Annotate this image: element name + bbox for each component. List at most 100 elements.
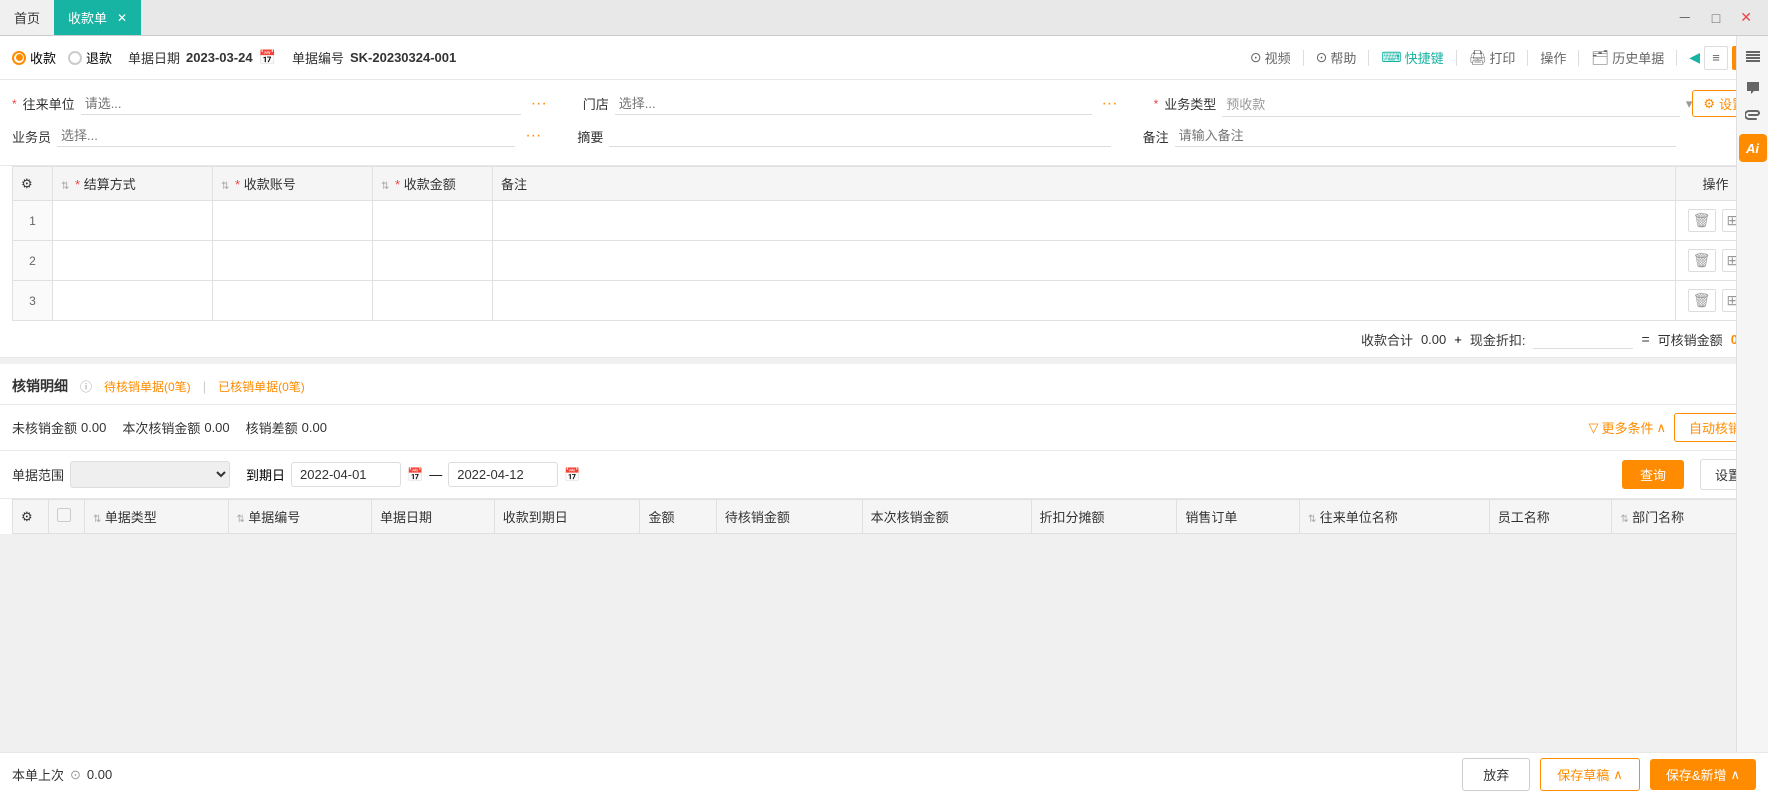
row-settlement-2[interactable] (53, 241, 213, 281)
row-settlement-3[interactable] (53, 281, 213, 321)
shortcut-button[interactable]: ⌨ 快捷键 (1381, 48, 1443, 67)
bth-discount-label: 折扣分摊额 (1040, 510, 1105, 525)
bth-current-label: 本次核销金额 (871, 510, 949, 525)
verify-title: 核销明细 (12, 376, 68, 396)
partner-required-mark: * (12, 97, 17, 111)
date-range-field: 到期日 📅 — 📅 (246, 462, 580, 487)
th-action-label: 操作 (1702, 177, 1728, 192)
summary-input[interactable] (609, 125, 1110, 147)
bth-gear[interactable]: ⚙ (13, 500, 49, 534)
calendar-from-icon[interactable]: 📅 (407, 467, 423, 483)
bth-current: 本次核销金额 (862, 500, 1031, 534)
number-value[interactable]: SK-20230324-001 (350, 50, 456, 65)
form-row-1: * 往来单位 ··· 门店 ··· * 业务类型 预收款 ▾ ⚙ 设置 (12, 90, 1756, 117)
tab-receipt[interactable]: 收款单 ✕ (54, 0, 141, 35)
row-account-2[interactable] (213, 241, 373, 281)
select-all-checkbox[interactable] (57, 508, 71, 522)
row-amount-3[interactable] (373, 281, 493, 321)
row-remark-3[interactable] (493, 281, 1676, 321)
req-mark: * (395, 177, 400, 192)
sidebar-attachment-icon[interactable] (1739, 104, 1767, 132)
partner-more-icon[interactable]: ··· (527, 95, 551, 113)
row-num-2: 2 (13, 241, 53, 281)
discount-input[interactable] (1533, 329, 1633, 349)
receipt-radio-label: 收款 (30, 48, 56, 67)
row-remark-2[interactable] (493, 241, 1676, 281)
partner-field: * 往来单位 ··· (12, 93, 551, 115)
partner-input[interactable] (81, 93, 521, 115)
doc-range-select[interactable] (70, 461, 230, 488)
th-gear[interactable]: ⚙ (13, 167, 53, 201)
bth-doc-date: 单据日期 (372, 500, 495, 534)
sidebar-table-icon[interactable] (1739, 44, 1767, 72)
store-more-icon[interactable]: ··· (1098, 95, 1122, 113)
tab-home[interactable]: 首页 (0, 0, 54, 35)
receipt-radio[interactable]: 收款 (12, 48, 56, 67)
th-remark: 备注 (493, 167, 1676, 201)
date-label: 单据日期 (128, 48, 180, 67)
table-row: 2 🗑 ⊞ (13, 241, 1756, 281)
store-input[interactable] (615, 93, 1092, 115)
history-button[interactable]: 🗂 历史单据 (1591, 48, 1664, 67)
operation-button[interactable]: 操作 (1540, 48, 1566, 67)
save-draft-button[interactable]: 保存草稿 ∧ (1540, 758, 1640, 791)
staff-more-icon[interactable]: ··· (521, 127, 545, 145)
close-button[interactable]: ✕ (1734, 7, 1758, 28)
row-account-3[interactable] (213, 281, 373, 321)
info-icon[interactable]: ⓘ (80, 378, 92, 395)
refund-radio[interactable]: 退款 (68, 48, 112, 67)
right-sidebar: Ai (1736, 36, 1768, 752)
row-amount-1[interactable] (373, 201, 493, 241)
history-icon: 🗂 (1591, 49, 1609, 66)
row-remark-1[interactable] (493, 201, 1676, 241)
calendar-to-icon[interactable]: 📅 (564, 467, 580, 483)
form-area: * 往来单位 ··· 门店 ··· * 业务类型 预收款 ▾ ⚙ 设置 业务员 … (0, 80, 1768, 166)
date-value[interactable]: 2023-03-24 (186, 50, 253, 65)
sidebar-camera-icon[interactable]: Ai (1739, 134, 1767, 162)
date-to-input[interactable] (448, 462, 558, 487)
print-button[interactable]: 🖨 打印 (1469, 48, 1516, 67)
row-account-1[interactable] (213, 201, 373, 241)
tab-bar: 首页 收款单 ✕ － □ ✕ (0, 0, 1768, 36)
sidebar-chat-icon[interactable] (1739, 74, 1767, 102)
delete-icon[interactable]: 🗑 (1688, 289, 1716, 312)
top-toolbar: 收款 退款 单据日期 2023-03-24 📅 单据编号 SK-20230324… (0, 36, 1768, 80)
row-settlement-1[interactable] (53, 201, 213, 241)
th-settlement-label: 结算方式 (84, 177, 136, 192)
date-from-input[interactable] (291, 462, 401, 487)
minimize-button[interactable]: － (1672, 6, 1698, 30)
maximize-button[interactable]: □ (1706, 8, 1726, 28)
sort-icon: ⇅ (381, 181, 389, 192)
calendar-icon[interactable]: 📅 (259, 49, 276, 66)
remark-input[interactable] (1175, 125, 1676, 147)
diff-label: 核销差额 (246, 418, 298, 437)
query-button[interactable]: 查询 (1622, 460, 1684, 489)
biz-type-value[interactable]: 预收款 (1222, 91, 1680, 117)
staff-input[interactable] (57, 125, 515, 147)
sort-icon: ⇅ (221, 181, 229, 192)
row-amount-2[interactable] (373, 241, 493, 281)
more-conditions-btn[interactable]: ▽ 更多条件 ∧ (1588, 418, 1666, 437)
current-cancel-stat: 本次核销金额 0.00 (122, 418, 229, 437)
save-draft-arrow: ∧ (1613, 767, 1623, 783)
delete-icon[interactable]: 🗑 (1688, 249, 1716, 272)
pending-tab[interactable]: 待核销单据(0笔) (104, 378, 191, 395)
completed-tab[interactable]: 已核销单据(0笔) (218, 378, 305, 395)
save-new-button[interactable]: 保存&新增 ∧ (1650, 759, 1756, 790)
prev-view-icon[interactable]: ◀ (1689, 49, 1700, 66)
abandon-button[interactable]: 放弃 (1462, 758, 1530, 791)
video-button[interactable]: ⊙ 视频 (1250, 48, 1291, 67)
shortcut-icon: ⌨ (1381, 49, 1401, 66)
list-view-icon[interactable]: ≡ (1704, 46, 1728, 70)
bth-sales-order-label: 销售订单 (1185, 510, 1237, 525)
this-doc-info-icon[interactable]: ⊙ (70, 767, 81, 783)
total-value: 0.00 (1421, 332, 1446, 347)
this-doc-label: 本单上次 (12, 765, 64, 784)
table-row: 3 🗑 ⊞ (13, 281, 1756, 321)
tab-close-icon[interactable]: ✕ (117, 11, 127, 25)
help-button[interactable]: ⊙ 帮助 (1316, 48, 1357, 67)
uncancelled-value: 0.00 (81, 420, 106, 435)
delete-icon[interactable]: 🗑 (1688, 209, 1716, 232)
uncancelled-label: 未核销金额 (12, 418, 77, 437)
bottom-table-header-row: ⚙ ⇅ 单据类型 ⇅ 单据编号 单据日期 (13, 500, 1756, 534)
